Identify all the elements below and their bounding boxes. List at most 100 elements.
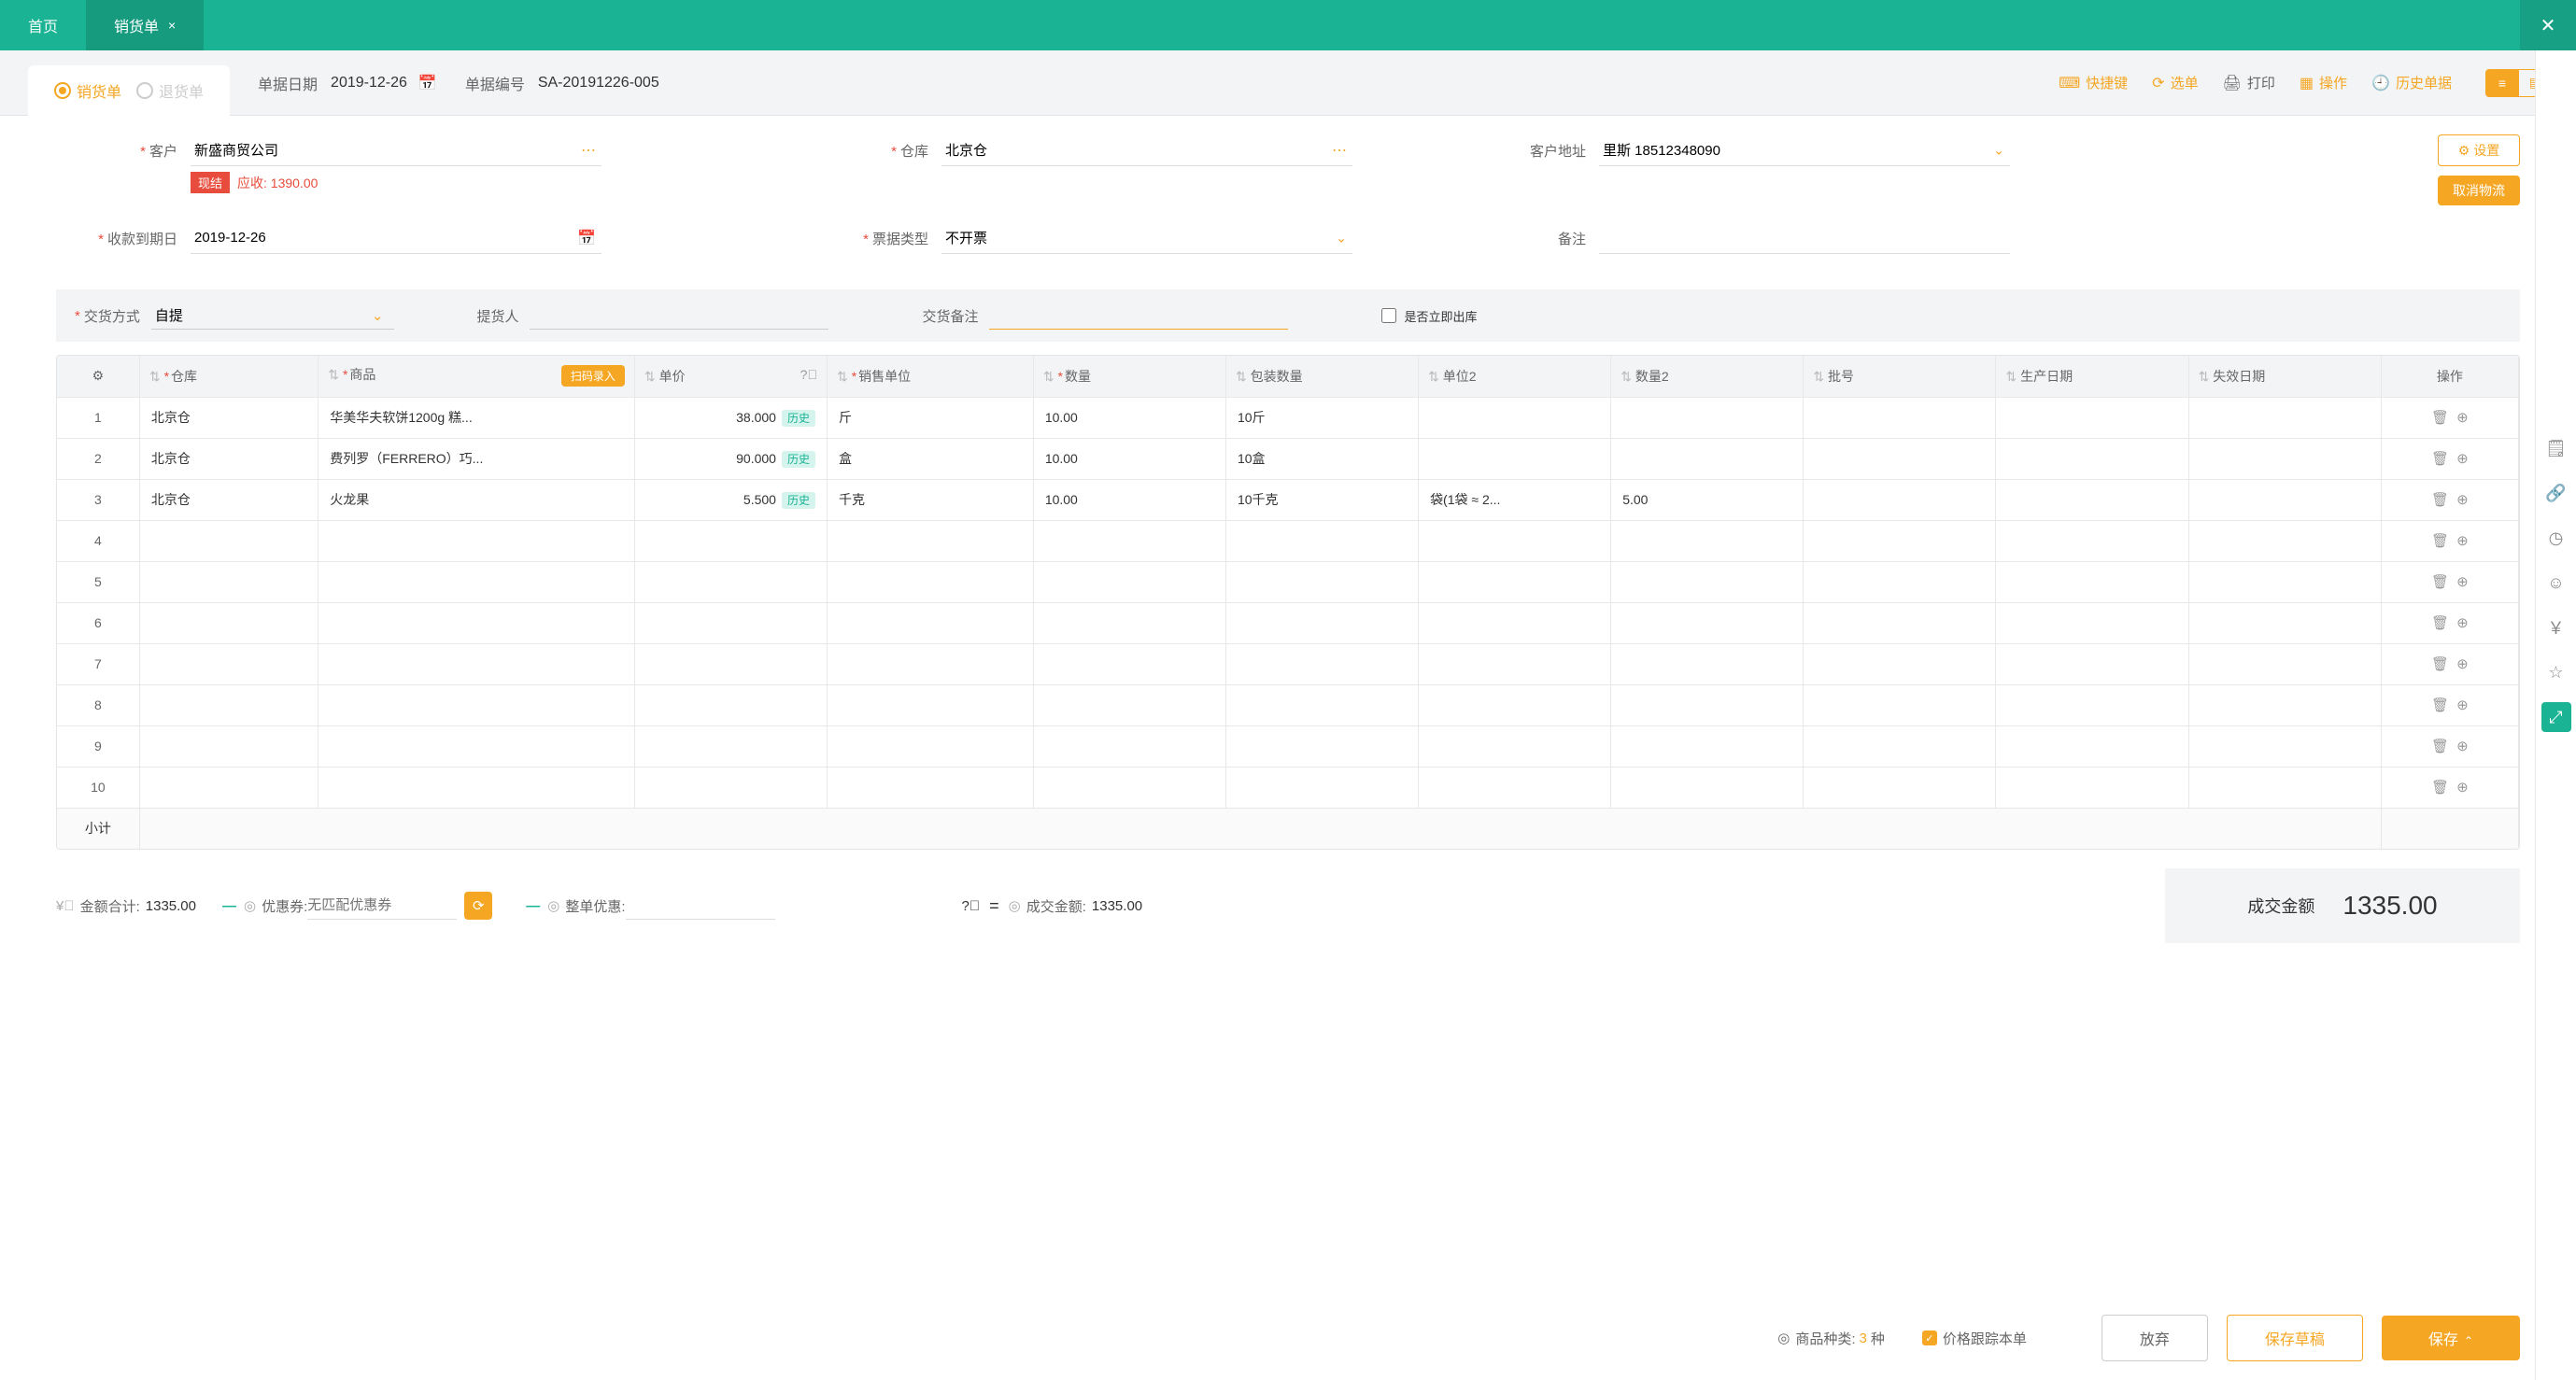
checkbox-icon[interactable] bbox=[1381, 308, 1396, 323]
cell-qty[interactable]: 10.00 bbox=[1033, 397, 1225, 438]
cell-price[interactable]: 5.500历史 bbox=[634, 479, 827, 520]
cell-unit2[interactable] bbox=[1419, 602, 1611, 643]
cell-warehouse[interactable] bbox=[139, 602, 318, 643]
star-icon[interactable]: ☆ bbox=[2541, 657, 2571, 687]
chevron-down-icon[interactable]: ⌄ bbox=[372, 307, 384, 324]
delete-icon[interactable]: 🗑 bbox=[2431, 574, 2449, 590]
radio-sales-order[interactable]: 销货单 bbox=[54, 79, 121, 102]
table-row[interactable]: 3北京仓火龙果5.500历史千克10.0010千克袋(1袋 ≈ 2...5.00… bbox=[57, 479, 2519, 520]
cell-qty[interactable] bbox=[1033, 684, 1225, 725]
due-date-input[interactable] bbox=[191, 222, 602, 254]
add-row-icon[interactable]: ⊕ bbox=[2456, 656, 2469, 672]
gear-icon[interactable]: ⚙ bbox=[92, 368, 105, 383]
tab-sales-order[interactable]: 销货单 × bbox=[86, 0, 204, 50]
cell-unit2[interactable] bbox=[1419, 725, 1611, 767]
cell-product[interactable] bbox=[318, 602, 635, 643]
cell-unit[interactable]: 斤 bbox=[827, 397, 1033, 438]
cell-qty2[interactable] bbox=[1611, 602, 1804, 643]
cell-pkg[interactable] bbox=[1225, 520, 1418, 561]
history-badge[interactable]: 历史 bbox=[782, 492, 815, 509]
delete-icon[interactable]: 🗑 bbox=[2431, 533, 2449, 549]
header-expire-date[interactable]: ⇅失效日期 bbox=[2188, 356, 2381, 397]
table-row[interactable]: 7🗑⊕ bbox=[57, 643, 2519, 684]
currency-icon[interactable]: ￥ bbox=[2541, 613, 2571, 642]
pickup-person-input[interactable] bbox=[530, 302, 828, 330]
cell-exp-date[interactable] bbox=[2188, 725, 2381, 767]
expand-icon[interactable]: ⤢ bbox=[2541, 702, 2571, 732]
cell-qty[interactable]: 10.00 bbox=[1033, 438, 1225, 479]
cell-batch[interactable] bbox=[1804, 397, 1996, 438]
add-row-icon[interactable]: ⊕ bbox=[2456, 780, 2469, 796]
help-icon[interactable]: ?⃝ bbox=[800, 367, 817, 382]
cell-unit[interactable] bbox=[827, 561, 1033, 602]
header-product[interactable]: ⇅*商品扫码录入 bbox=[318, 356, 635, 397]
close-icon[interactable]: × bbox=[168, 18, 176, 33]
cell-prod-date[interactable] bbox=[1996, 643, 2188, 684]
clock-icon[interactable]: ◷ bbox=[2541, 523, 2571, 553]
cell-prod-date[interactable] bbox=[1996, 725, 2188, 767]
table-row[interactable]: 4🗑⊕ bbox=[57, 520, 2519, 561]
coupon-input[interactable] bbox=[307, 892, 457, 920]
table-row[interactable]: 1北京仓华美华夫软饼1200g 糕...38.000历史斤10.0010斤🗑⊕ bbox=[57, 397, 2519, 438]
cell-qty2[interactable] bbox=[1611, 520, 1804, 561]
cell-warehouse[interactable]: 北京仓 bbox=[139, 397, 318, 438]
cell-qty[interactable] bbox=[1033, 767, 1225, 808]
cell-product[interactable]: 火龙果 bbox=[318, 479, 635, 520]
cell-qty2[interactable] bbox=[1611, 561, 1804, 602]
customer-address-input[interactable] bbox=[1599, 134, 2010, 166]
warehouse-input[interactable] bbox=[941, 134, 1352, 166]
add-row-icon[interactable]: ⊕ bbox=[2456, 533, 2469, 549]
doc-date-value[interactable]: 2019-12-26 bbox=[331, 75, 407, 92]
cell-product[interactable] bbox=[318, 725, 635, 767]
cell-unit[interactable] bbox=[827, 520, 1033, 561]
immediate-out-checkbox[interactable]: 是否立即出库 bbox=[1381, 307, 1477, 325]
add-row-icon[interactable]: ⊕ bbox=[2456, 739, 2469, 754]
cell-unit[interactable]: 千克 bbox=[827, 479, 1033, 520]
cell-product[interactable] bbox=[318, 684, 635, 725]
add-row-icon[interactable]: ⊕ bbox=[2456, 410, 2469, 426]
delete-icon[interactable]: 🗑 bbox=[2431, 410, 2449, 426]
cell-exp-date[interactable] bbox=[2188, 602, 2381, 643]
cell-warehouse[interactable] bbox=[139, 520, 318, 561]
print-button[interactable]: 🖨打印 bbox=[2223, 73, 2275, 92]
cell-pkg[interactable] bbox=[1225, 602, 1418, 643]
cell-price[interactable] bbox=[634, 643, 827, 684]
cell-price[interactable] bbox=[634, 520, 827, 561]
cell-price[interactable] bbox=[634, 561, 827, 602]
cell-unit2[interactable]: 袋(1袋 ≈ 2... bbox=[1419, 479, 1611, 520]
cell-price[interactable] bbox=[634, 602, 827, 643]
header-production-date[interactable]: ⇅生产日期 bbox=[1996, 356, 2188, 397]
cell-prod-date[interactable] bbox=[1996, 520, 2188, 561]
cell-qty2[interactable] bbox=[1611, 725, 1804, 767]
invoice-type-input[interactable] bbox=[941, 222, 1352, 254]
cell-batch[interactable] bbox=[1804, 561, 1996, 602]
header-batch[interactable]: ⇅批号 bbox=[1804, 356, 1996, 397]
save-button[interactable]: 保存⌃ bbox=[2382, 1316, 2520, 1360]
delete-icon[interactable]: 🗑 bbox=[2431, 656, 2449, 672]
cell-qty2[interactable] bbox=[1611, 438, 1804, 479]
cell-qty2[interactable] bbox=[1611, 643, 1804, 684]
cell-unit[interactable] bbox=[827, 684, 1033, 725]
window-close-button[interactable]: ✕ bbox=[2520, 0, 2576, 50]
cell-product[interactable] bbox=[318, 767, 635, 808]
cell-product[interactable]: 费列罗（FERRERO）巧... bbox=[318, 438, 635, 479]
cell-unit[interactable]: 盒 bbox=[827, 438, 1033, 479]
cell-unit2[interactable] bbox=[1419, 561, 1611, 602]
cell-pkg[interactable]: 10千克 bbox=[1225, 479, 1418, 520]
cell-exp-date[interactable] bbox=[2188, 520, 2381, 561]
tab-home[interactable]: 首页 bbox=[0, 0, 86, 50]
table-row[interactable]: 6🗑⊕ bbox=[57, 602, 2519, 643]
cell-exp-date[interactable] bbox=[2188, 479, 2381, 520]
cell-price[interactable] bbox=[634, 725, 827, 767]
cell-product[interactable] bbox=[318, 520, 635, 561]
cell-unit2[interactable] bbox=[1419, 643, 1611, 684]
cell-batch[interactable] bbox=[1804, 602, 1996, 643]
delete-icon[interactable]: 🗑 bbox=[2431, 697, 2449, 713]
delivery-note-input[interactable] bbox=[989, 302, 1288, 330]
help-icon[interactable]: ?⃝ bbox=[962, 898, 981, 914]
cell-exp-date[interactable] bbox=[2188, 643, 2381, 684]
save-draft-button[interactable]: 保存草稿 bbox=[2227, 1315, 2363, 1361]
cell-price[interactable] bbox=[634, 684, 827, 725]
cell-pkg[interactable] bbox=[1225, 643, 1418, 684]
cell-qty2[interactable] bbox=[1611, 397, 1804, 438]
